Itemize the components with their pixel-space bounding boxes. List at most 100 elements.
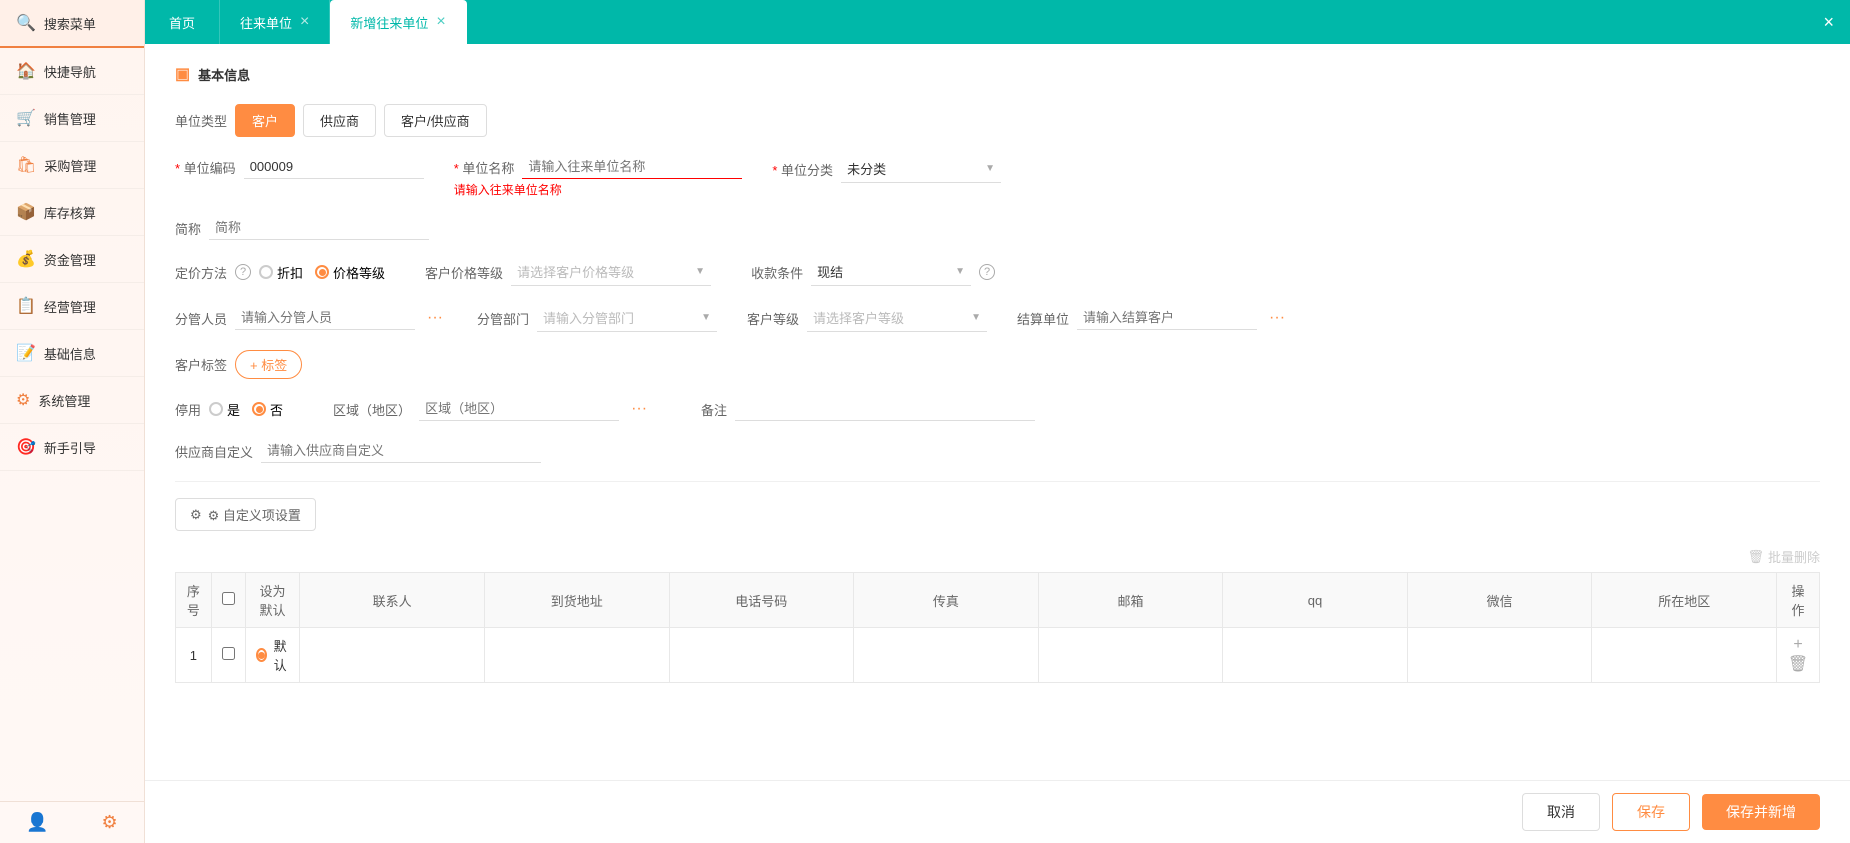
short-name-field: 简称 xyxy=(175,216,429,240)
short-name-input[interactable] xyxy=(209,216,429,240)
save-and-new-button[interactable]: 保存并新增 xyxy=(1702,794,1820,830)
contact-input[interactable] xyxy=(310,644,474,667)
cell-contact[interactable] xyxy=(300,628,485,683)
unit-type-field: 单位类型 客户 供应商 客户/供应商 xyxy=(175,104,487,137)
delete-row-button[interactable]: 🗑 xyxy=(1788,654,1808,674)
settings-icon[interactable]: ⚙ xyxy=(102,812,118,833)
add-tag-button[interactable]: + 标签 xyxy=(235,350,302,379)
cell-phone[interactable] xyxy=(669,628,854,683)
sidebar-item-guide[interactable]: 🎯 新手引导 xyxy=(0,424,144,471)
payment-terms-value: 现结 xyxy=(817,262,843,281)
sidebar-item-basic[interactable]: 📝 基础信息 xyxy=(0,330,144,377)
customer-level-field: 客户等级 请选择客户等级 ▼ xyxy=(747,304,987,332)
manager-more-btn[interactable]: ··· xyxy=(423,309,447,327)
radio-yes-circle xyxy=(209,402,223,416)
cell-wechat[interactable] xyxy=(1407,628,1592,683)
cell-email[interactable] xyxy=(1038,628,1223,683)
unit-name-field: * 单位名称 xyxy=(454,155,743,179)
radio-price-level[interactable]: 价格等级 xyxy=(315,263,385,282)
sidebar-item-finance[interactable]: 💰 资金管理 xyxy=(0,236,144,283)
remark-input[interactable] xyxy=(735,397,1035,421)
unit-btn-both[interactable]: 客户/供应商 xyxy=(384,104,487,137)
disabled-field: 停用 是 否 xyxy=(175,400,283,419)
tab-partner-close[interactable]: × xyxy=(300,13,309,31)
sidebar-item-quicknav[interactable]: 🏠 快捷导航 xyxy=(0,48,144,95)
tab-new-partner-close[interactable]: × xyxy=(436,13,445,31)
settlement-unit-input[interactable] xyxy=(1077,306,1257,330)
email-input[interactable] xyxy=(1049,644,1213,667)
unit-code-input[interactable] xyxy=(244,155,424,179)
wechat-input[interactable] xyxy=(1418,644,1582,667)
row-checkbox[interactable] xyxy=(222,647,235,660)
unit-btn-customer[interactable]: 客户 xyxy=(235,104,295,137)
th-email: 邮箱 xyxy=(1038,573,1223,628)
row-region-input[interactable] xyxy=(1602,644,1766,667)
address-input[interactable] xyxy=(495,644,659,667)
region-input[interactable] xyxy=(419,397,619,421)
batch-delete-label[interactable]: 批量删除 xyxy=(1768,547,1820,566)
cell-region[interactable] xyxy=(1592,628,1777,683)
close-all-button[interactable]: × xyxy=(1807,0,1850,44)
radio-price-level-label: 价格等级 xyxy=(333,263,385,282)
cell-address[interactable] xyxy=(484,628,669,683)
sidebar-item-search[interactable]: 🔍 搜索菜单 xyxy=(0,0,144,48)
sidebar-item-operations[interactable]: 📋 经营管理 xyxy=(0,283,144,330)
region-label: 区域（地区） xyxy=(333,400,411,419)
table-select-all[interactable] xyxy=(222,592,235,605)
custom-settings-button[interactable]: ⚙ ⚙ 自定义项设置 xyxy=(175,498,316,531)
add-row-button[interactable]: + xyxy=(1793,636,1802,654)
fax-input[interactable] xyxy=(864,644,1028,667)
unit-btn-supplier[interactable]: 供应商 xyxy=(303,104,376,137)
table-header-row: 序号 设为默认 联系人 到货地址 电话号码 传真 邮箱 qq 微信 所在地区 操… xyxy=(176,573,1820,628)
row-default-radio[interactable]: 默认 xyxy=(256,636,290,674)
supplier-custom-field: 供应商自定义 xyxy=(175,439,541,463)
pricing-row: 定价方法 ? 折扣 价格等级 客户价格等级 请选择客户价格等 xyxy=(175,258,1820,286)
supplier-custom-input[interactable] xyxy=(261,439,541,463)
cell-fax[interactable] xyxy=(854,628,1039,683)
pricing-method-label: 定价方法 xyxy=(175,263,227,282)
department-select[interactable]: 请输入分管部门 ▼ xyxy=(537,304,717,332)
cell-index: 1 xyxy=(176,628,212,683)
user-icon[interactable]: 👤 xyxy=(26,812,48,833)
pricing-help-icon[interactable]: ? xyxy=(235,264,251,280)
th-qq: qq xyxy=(1223,573,1408,628)
qq-input[interactable] xyxy=(1233,644,1397,667)
th-address: 到货地址 xyxy=(484,573,669,628)
tab-new-partner[interactable]: 新增往来单位 × xyxy=(330,0,466,44)
radio-disabled-no[interactable]: 否 xyxy=(252,400,283,419)
region-more-btn[interactable]: ··· xyxy=(627,400,651,418)
radio-disabled-yes[interactable]: 是 xyxy=(209,400,240,419)
settlement-more-btn[interactable]: ··· xyxy=(1265,309,1289,327)
bag-icon: 🛍 xyxy=(16,155,36,175)
th-action: 操作 xyxy=(1776,573,1819,628)
tab-partner[interactable]: 往来单位 × xyxy=(220,0,330,44)
customer-price-level-label: 客户价格等级 xyxy=(425,263,503,282)
tab-home[interactable]: 首页 xyxy=(145,0,220,44)
tags-row: 客户标签 + 标签 xyxy=(175,350,1820,379)
customer-level-label: 客户等级 xyxy=(747,309,799,328)
unit-name-input[interactable] xyxy=(522,155,742,179)
sidebar-item-system[interactable]: ⚙ 系统管理 xyxy=(0,377,144,424)
tab-home-label: 首页 xyxy=(169,13,195,32)
unit-type-row: 单位类型 客户 供应商 客户/供应商 xyxy=(175,104,1820,137)
manager-input[interactable] xyxy=(235,306,415,330)
customer-price-level-select[interactable]: 请选择客户价格等级 ▼ xyxy=(511,258,711,286)
gear-icon: ⚙ xyxy=(16,390,30,410)
save-button[interactable]: 保存 xyxy=(1612,793,1690,831)
unit-category-select[interactable]: 未分类 ▼ xyxy=(841,155,1001,183)
cancel-button[interactable]: 取消 xyxy=(1522,793,1600,831)
sidebar-item-sales[interactable]: 🛒 销售管理 xyxy=(0,95,144,142)
phone-input[interactable] xyxy=(680,644,844,667)
cell-qq[interactable] xyxy=(1223,628,1408,683)
customer-level-select[interactable]: 请选择客户等级 ▼ xyxy=(807,304,987,332)
row-default-circle xyxy=(256,648,267,662)
sidebar-item-purchase[interactable]: 🛍 采购管理 xyxy=(0,142,144,189)
batch-delete-area: 🗑 批量删除 xyxy=(175,547,1820,566)
radio-discount[interactable]: 折扣 xyxy=(259,263,303,282)
payment-terms-select[interactable]: 现结 ▼ xyxy=(811,258,971,286)
remark-label: 备注 xyxy=(701,400,727,419)
sidebar-item-inventory[interactable]: 📦 库存核算 xyxy=(0,189,144,236)
box-icon: 📦 xyxy=(16,202,36,222)
th-contact: 联系人 xyxy=(300,573,485,628)
payment-help-icon[interactable]: ? xyxy=(979,264,995,280)
